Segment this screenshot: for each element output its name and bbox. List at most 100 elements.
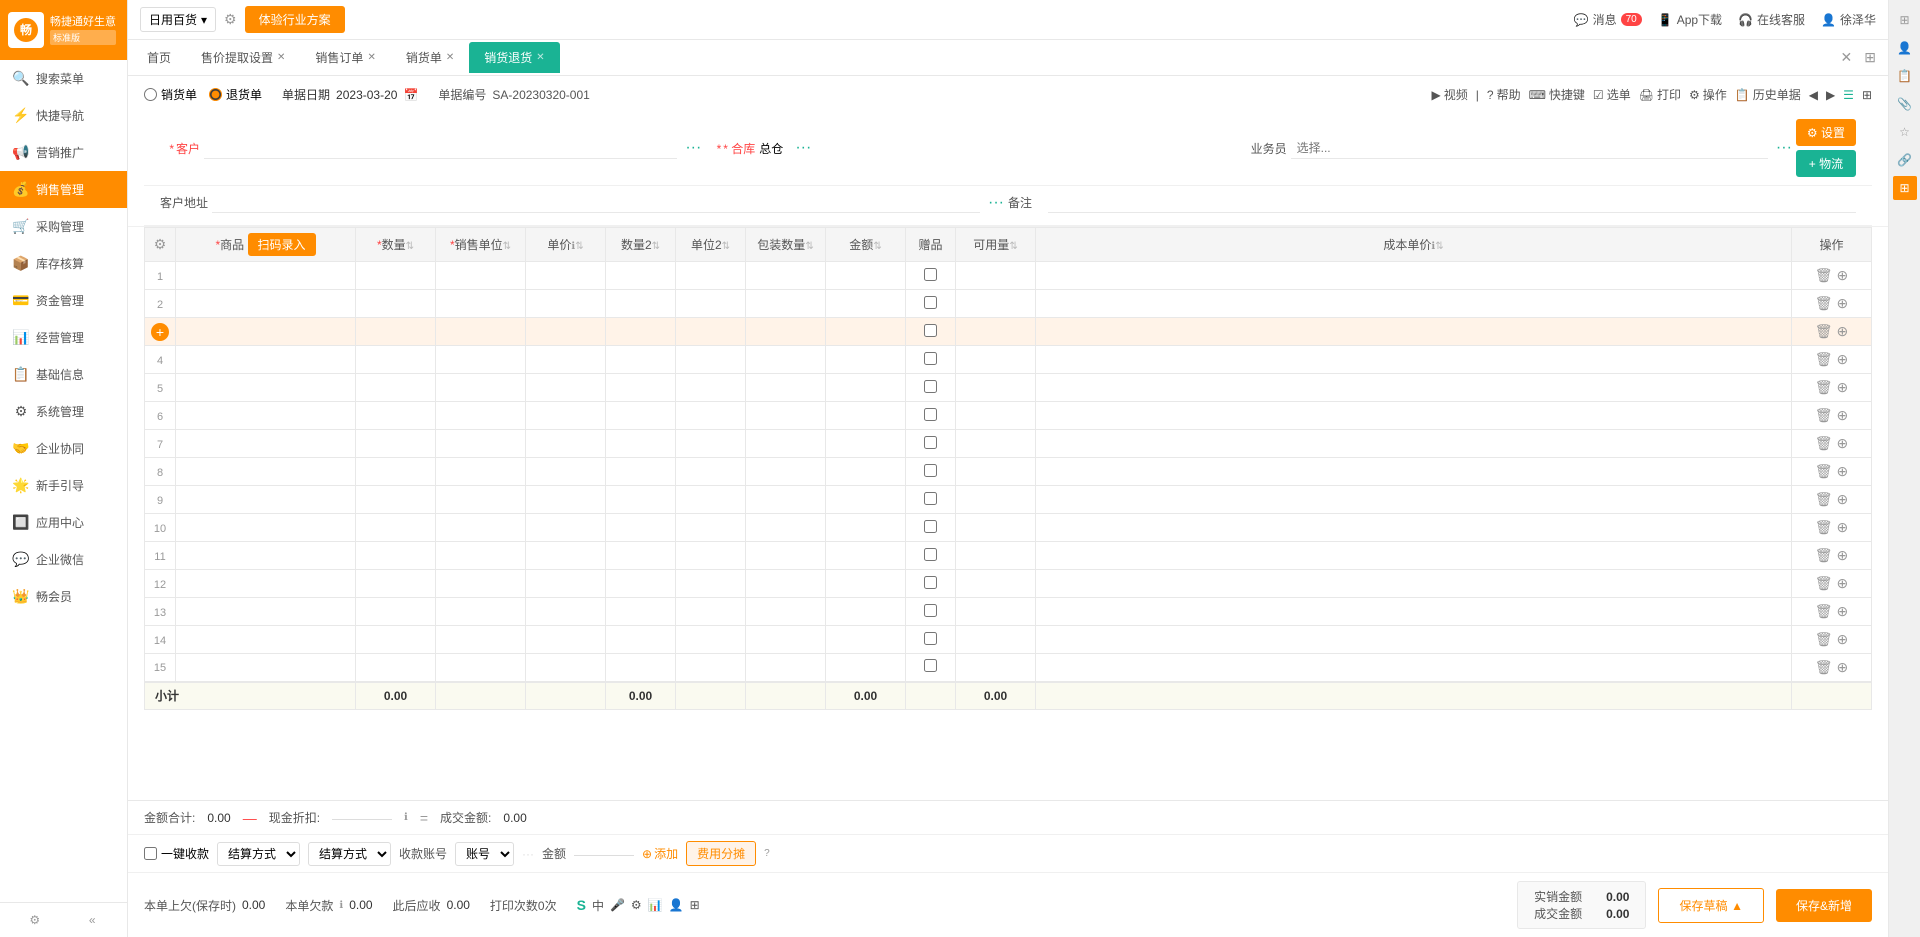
amount-cell[interactable]: [826, 542, 906, 570]
qty2-cell[interactable]: [606, 290, 676, 318]
product-cell[interactable]: [176, 374, 356, 402]
sidebar-item-basic-info[interactable]: 📋 基础信息: [0, 356, 127, 393]
shortcut-action[interactable]: ⌨快捷键: [1529, 86, 1585, 103]
pack-qty-cell[interactable]: [746, 262, 826, 290]
amount-input[interactable]: [574, 851, 634, 856]
cost-cell[interactable]: [1036, 514, 1792, 542]
sidebar-item-search[interactable]: 🔍 搜索菜单: [0, 60, 127, 97]
product-cell[interactable]: [176, 430, 356, 458]
user-profile-btn[interactable]: 👤 徐泽华: [1821, 11, 1876, 28]
tab-close-icon[interactable]: ✕: [277, 52, 285, 63]
save-new-btn[interactable]: 保存&新增: [1776, 889, 1872, 922]
available-cell[interactable]: [956, 542, 1036, 570]
delete-row-icon[interactable]: 🗑: [1815, 659, 1833, 676]
qty-cell[interactable]: [356, 514, 436, 542]
delete-row-icon[interactable]: 🗑: [1815, 295, 1833, 312]
qty-cell[interactable]: [356, 570, 436, 598]
address-picker-btn[interactable]: ···: [984, 194, 1008, 212]
cost-cell[interactable]: [1036, 542, 1792, 570]
copy-row-icon[interactable]: ⊕: [1837, 659, 1849, 676]
amount-cell[interactable]: [826, 346, 906, 374]
price-cell[interactable]: [526, 570, 606, 598]
amount-cell[interactable]: [826, 262, 906, 290]
header-gear-icon[interactable]: ⚙: [224, 11, 237, 28]
qty-cell[interactable]: [356, 374, 436, 402]
tab-close-icon[interactable]: ✕: [536, 52, 544, 63]
gift-checkbox[interactable]: [924, 352, 937, 365]
cost-cell[interactable]: [1036, 318, 1792, 346]
amount-cell[interactable]: [826, 570, 906, 598]
unit-cell[interactable]: [436, 542, 526, 570]
account-select[interactable]: 账号: [455, 842, 514, 866]
qty2-cell[interactable]: [606, 262, 676, 290]
delete-row-icon[interactable]: 🗑: [1815, 575, 1833, 592]
available-cell[interactable]: [956, 290, 1036, 318]
save-draft-btn[interactable]: 保存草稿 ▲: [1658, 888, 1764, 923]
product-input[interactable]: [182, 269, 349, 283]
qty2-cell[interactable]: [606, 570, 676, 598]
cost-cell[interactable]: [1036, 570, 1792, 598]
pack-qty-cell[interactable]: [746, 626, 826, 654]
zh-icon[interactable]: 中: [592, 897, 604, 914]
available-cell[interactable]: [956, 346, 1036, 374]
remark-input[interactable]: [1048, 192, 1856, 213]
gift-checkbox[interactable]: [924, 604, 937, 617]
product-input[interactable]: [182, 325, 349, 339]
tab-price-extract[interactable]: 售价提取设置 ✕: [186, 42, 300, 73]
sidebar-collapse-btn[interactable]: «: [68, 913, 118, 927]
unit-cell[interactable]: [436, 318, 526, 346]
delete-row-icon[interactable]: 🗑: [1815, 267, 1833, 284]
pack-qty-cell[interactable]: [746, 514, 826, 542]
qty-cell[interactable]: [356, 542, 436, 570]
delete-row-icon[interactable]: 🗑: [1815, 351, 1833, 368]
qty2-cell[interactable]: [606, 542, 676, 570]
price-cell[interactable]: [526, 262, 606, 290]
right-panel-btn-2[interactable]: 👤: [1893, 36, 1917, 60]
warehouse-picker-btn[interactable]: ···: [791, 139, 815, 157]
copy-row-icon[interactable]: ⊕: [1837, 379, 1849, 396]
product-cell[interactable]: [176, 626, 356, 654]
unit-cell[interactable]: [436, 262, 526, 290]
pack-qty-cell[interactable]: [746, 542, 826, 570]
scan-input-btn[interactable]: 扫码录入: [248, 233, 316, 256]
qty2-cell[interactable]: [606, 346, 676, 374]
product-cell[interactable]: [176, 654, 356, 682]
product-cell[interactable]: [176, 318, 356, 346]
price-cell[interactable]: [526, 458, 606, 486]
delete-row-icon[interactable]: 🗑: [1815, 491, 1833, 508]
salesperson-picker-btn[interactable]: ···: [1772, 139, 1796, 157]
sort-icon[interactable]: ⇅: [722, 241, 730, 252]
delete-row-icon[interactable]: 🗑: [1815, 463, 1833, 480]
settings-btn[interactable]: ⚙ 设置: [1796, 119, 1856, 146]
copy-row-icon[interactable]: ⊕: [1837, 519, 1849, 536]
price-cell[interactable]: [526, 346, 606, 374]
qty2-cell[interactable]: [606, 626, 676, 654]
sidebar-item-purchase[interactable]: 🛒 采购管理: [0, 208, 127, 245]
unit2-cell[interactable]: [676, 654, 746, 682]
copy-row-icon[interactable]: ⊕: [1837, 351, 1849, 368]
sort-icon[interactable]: ⇅: [805, 241, 813, 252]
gift-checkbox[interactable]: [924, 548, 937, 561]
sidebar-item-member[interactable]: 👑 畅会员: [0, 578, 127, 615]
unit2-cell[interactable]: [676, 542, 746, 570]
gift-checkbox[interactable]: [924, 296, 937, 309]
discount-input[interactable]: [332, 815, 392, 820]
available-cell[interactable]: [956, 570, 1036, 598]
available-cell[interactable]: [956, 654, 1036, 682]
price-cell[interactable]: [526, 430, 606, 458]
sort-icon[interactable]: ⇅: [1009, 241, 1017, 252]
gift-checkbox[interactable]: [924, 408, 937, 421]
unit-cell[interactable]: [436, 626, 526, 654]
sidebar-item-quick-nav[interactable]: ⚡ 快捷导航: [0, 97, 127, 134]
qty2-cell[interactable]: [606, 654, 676, 682]
pack-qty-cell[interactable]: [746, 290, 826, 318]
qty-cell[interactable]: [356, 346, 436, 374]
view-grid-icon[interactable]: ⊞: [1862, 88, 1872, 102]
close-tab-btn[interactable]: ✕: [1837, 47, 1857, 68]
person-icon[interactable]: 👤: [669, 898, 684, 912]
right-panel-btn-6[interactable]: 🔗: [1893, 148, 1917, 172]
product-cell[interactable]: [176, 570, 356, 598]
copy-row-icon[interactable]: ⊕: [1837, 575, 1849, 592]
price-cell[interactable]: [526, 402, 606, 430]
amount-cell[interactable]: [826, 458, 906, 486]
